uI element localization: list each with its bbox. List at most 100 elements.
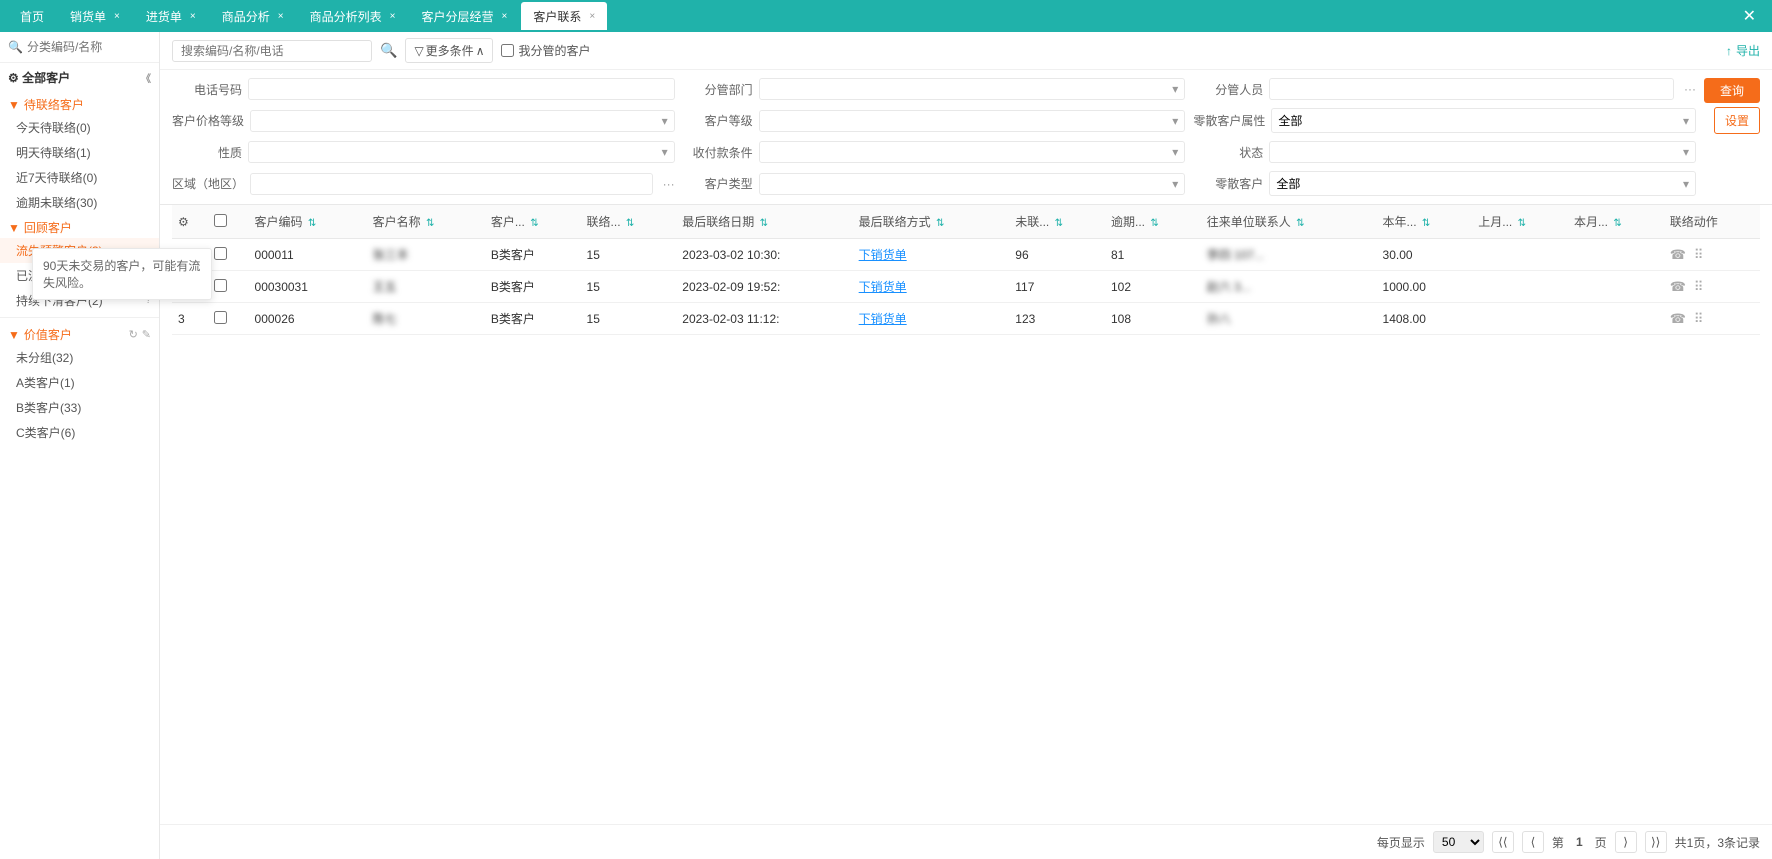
price-level-select[interactable]: ▾ [250,110,675,132]
window-close-button[interactable]: ✕ [1735,6,1764,26]
row3-contact: 15 [581,303,677,335]
th-uncontacted[interactable]: 未联... ⇅ [1009,205,1105,239]
dept-label: 分管部门 [683,81,753,98]
th-settings[interactable]: ⚙ [172,205,208,239]
th-name[interactable]: 客户名称 ⇅ [367,205,485,239]
nav-tab-customer-tier[interactable]: 客户分层经营 × [409,2,519,30]
customer-type-select[interactable]: ▾ [759,173,1186,195]
th-last-month[interactable]: 上月... ⇅ [1472,205,1568,239]
row2-last-method[interactable]: 下销货单 [853,271,1010,303]
nav-tab-sales-label: 销货单 [70,8,106,25]
th-contact-label: 联络... [587,215,621,229]
nav-tab-analysis-list-close[interactable]: × [390,11,396,22]
customer-level-select[interactable]: ▾ [759,110,1186,132]
th-last-date-label: 最后联络日期 [682,215,754,229]
th-code[interactable]: 客户编码 ⇅ [249,205,367,239]
my-customers-check[interactable] [501,44,514,57]
th-checkbox[interactable] [208,205,248,239]
filter-field-nature: 性质 ▾ [172,141,675,163]
th-this-month[interactable]: 本月... ⇅ [1568,205,1664,239]
dept-select[interactable]: ▾ [759,78,1186,100]
payment-chevron: ▾ [1172,145,1178,159]
row1-contact-action[interactable]: ☎ [1670,247,1686,263]
row1-last-date: 2023-03-02 10:30: [676,239,852,271]
sidebar-item-7days[interactable]: 近7天待联络(0) [0,165,159,190]
nature-select[interactable]: ▾ [248,141,675,163]
th-this-year[interactable]: 本年... ⇅ [1377,205,1473,239]
per-page-select[interactable]: 50 100 [1433,831,1484,853]
nav-home[interactable]: 首页 [8,2,56,30]
sidebar-search-input[interactable] [27,40,151,54]
row1-last-method[interactable]: 下销货单 [853,239,1010,271]
settings-button[interactable]: 设置 [1714,107,1760,134]
select-all-checkbox[interactable] [214,214,227,227]
export-button[interactable]: ↑ 导出 [1726,42,1760,59]
sidebar-item-overdue[interactable]: 逾期未联络(30) [0,190,159,215]
sidebar-divider [0,317,159,318]
row1-more-action[interactable]: ⠿ [1694,247,1704,263]
th-last-date[interactable]: 最后联络日期 ⇅ [676,205,852,239]
row1-check[interactable] [214,247,227,260]
nav-tab-sales[interactable]: 销货单 × [58,2,132,30]
nav-tab-customer-contact-close[interactable]: × [589,11,595,22]
nav-tab-purchase-close[interactable]: × [190,11,196,22]
my-customers-checkbox[interactable]: 我分管的客户 [501,42,590,59]
phone-input[interactable] [248,78,675,100]
sidebar-all-customers[interactable]: ⚙ 全部客户 《 [0,63,159,92]
filter-search-button[interactable]: 🔍 [380,42,397,59]
manager-dots[interactable]: ··· [1684,82,1696,96]
sidebar-item-tomorrow[interactable]: 明天待联络(1) [0,140,159,165]
row1-checkbox[interactable] [208,239,248,271]
region-dots[interactable]: ··· [663,177,675,191]
row3-more-action[interactable]: ⠿ [1694,311,1704,327]
row2-check[interactable] [214,279,227,292]
th-contact-person[interactable]: 往来单位联系人 ⇅ [1201,205,1377,239]
query-button[interactable]: 查询 [1704,78,1760,103]
row2-uncontacted: 117 [1009,271,1105,303]
retail-attr-select[interactable]: 全部 ▾ [1271,108,1696,133]
row3-last-method[interactable]: 下销货单 [853,303,1010,335]
row2-contact-action[interactable]: ☎ [1670,279,1686,295]
refresh-icon[interactable]: ↻ [129,328,138,341]
filter-row-3: 性质 ▾ 收付款条件 ▾ [172,141,1696,163]
th-contact[interactable]: 联络... ⇅ [581,205,677,239]
retail-select[interactable]: 全部 ▾ [1269,171,1696,196]
row3-check[interactable] [214,311,227,324]
prev-page-button[interactable]: ⟨ [1522,831,1544,853]
th-overdue[interactable]: 逾期... ⇅ [1105,205,1201,239]
nav-tab-sales-close[interactable]: × [114,11,120,22]
status-select[interactable]: ▾ [1269,141,1696,163]
nav-tab-analysis-list[interactable]: 商品分析列表 × [298,2,408,30]
row2-checkbox[interactable] [208,271,248,303]
payment-select[interactable]: ▾ [759,141,1186,163]
sidebar-item-unclassified[interactable]: 未分组(32) [0,345,159,370]
row3-contact-action[interactable]: ☎ [1670,311,1686,327]
first-page-button[interactable]: ⟨⟨ [1492,831,1514,853]
th-customer-type[interactable]: 客户... ⇅ [485,205,581,239]
customer-level-chevron: ▾ [1172,114,1178,128]
sidebar-item-class-b[interactable]: B类客户(33) [0,395,159,420]
row2-more-action[interactable]: ⠿ [1694,279,1704,295]
region-input[interactable] [250,173,653,195]
nav-tab-purchase[interactable]: 进货单 × [134,2,208,30]
nav-tab-analysis-close[interactable]: × [278,11,284,22]
nav-tab-analysis[interactable]: 商品分析 × [210,2,296,30]
sort-icon-contact: ⇅ [626,218,634,229]
edit-icon[interactable]: ✎ [142,328,151,341]
filter-more-button[interactable]: ▽ 更多条件 ∧ [405,38,493,63]
sidebar-item-class-c[interactable]: C类客户(6) [0,420,159,445]
sort-icon-type: ⇅ [530,218,538,229]
manager-input[interactable] [1269,78,1674,100]
export-icon: ↑ [1726,44,1732,58]
filter-search-input[interactable] [172,40,372,62]
sidebar-item-today[interactable]: 今天待联络(0) [0,115,159,140]
row3-checkbox[interactable] [208,303,248,335]
nav-tab-customer-tier-close[interactable]: × [501,11,507,22]
last-page-button[interactable]: ⟩⟩ [1645,831,1667,853]
th-last-method[interactable]: 最后联络方式 ⇅ [853,205,1010,239]
sort-icon-uncontacted: ⇅ [1055,218,1063,229]
nav-tab-customer-contact[interactable]: 客户联系 × [521,2,607,30]
sidebar-item-class-a[interactable]: A类客户(1) [0,370,159,395]
next-page-button[interactable]: ⟩ [1615,831,1637,853]
row1-last-month [1472,239,1568,271]
